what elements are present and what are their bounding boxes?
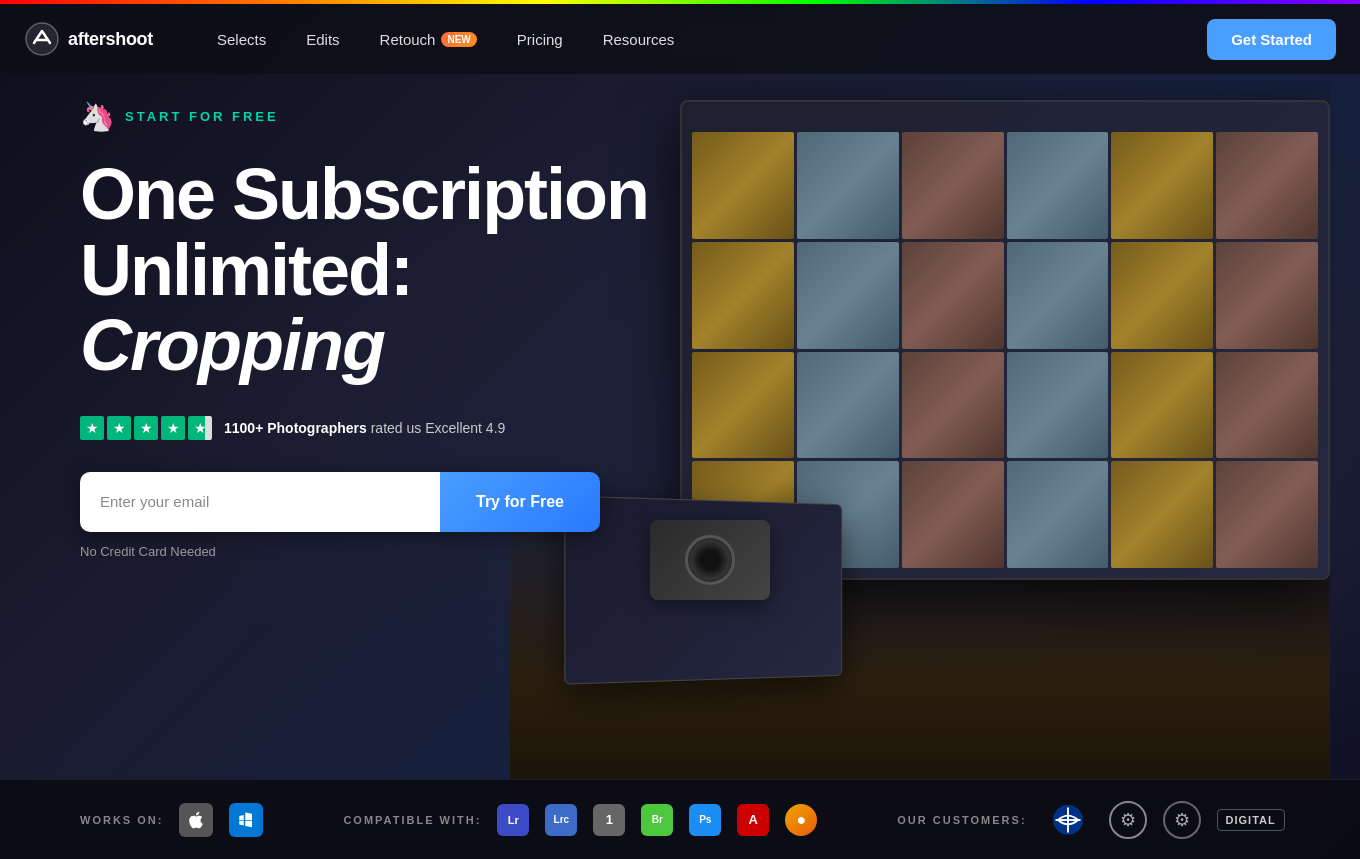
photo-thumbnail xyxy=(902,132,1004,239)
lightroom-icon: Lr xyxy=(497,804,529,836)
trust-description: rated us Excellent 4.9 xyxy=(371,420,506,436)
star-2: ★ xyxy=(107,416,131,440)
mac-icon xyxy=(179,803,213,837)
windows-icon xyxy=(229,803,263,837)
customers-label: OUR CUSTOMERS: xyxy=(897,814,1026,826)
photo-thumbnail xyxy=(692,132,794,239)
compatible-section: COMPATIBLE WITH: Lr Lrc 1 Br Ps A ● xyxy=(303,804,857,836)
photo-thumbnail xyxy=(1111,352,1213,459)
photo-thumbnail xyxy=(1216,352,1318,459)
main-nav: aftershoot Selects Edits Retouch New Pri… xyxy=(0,4,1360,74)
photo-thumbnail xyxy=(1007,132,1109,239)
photo-thumbnail xyxy=(1216,132,1318,239)
new-badge: New xyxy=(441,32,476,47)
nav-item-resources[interactable]: Resources xyxy=(587,23,691,56)
capture-one-icon: 1 xyxy=(593,804,625,836)
hero-title: One Subscription Unlimited: Cropping xyxy=(80,157,700,384)
photo-thumbnail xyxy=(797,132,899,239)
photo-thumbnail xyxy=(1111,242,1213,349)
nav-item-edits[interactable]: Edits xyxy=(290,23,355,56)
bottom-bar: WORKS ON: COMPATIBLE WITH: Lr Lrc 1 Br P… xyxy=(0,779,1360,859)
star-rating: ★ ★ ★ ★ ★ xyxy=(80,416,212,440)
hero-content: 🦄 START FOR FREE One Subscription Unlimi… xyxy=(80,100,700,559)
compatible-label: COMPATIBLE WITH: xyxy=(343,814,481,826)
trust-count: 1100+ xyxy=(224,420,263,436)
lightroom-classic-icon: Lrc xyxy=(545,804,577,836)
trust-text: 1100+ Photographers rated us Excellent 4… xyxy=(224,420,505,436)
get-started-button[interactable]: Get Started xyxy=(1207,19,1336,60)
bridge-icon: Br xyxy=(641,804,673,836)
no-credit-card-text: No Credit Card Needed xyxy=(80,544,700,559)
rainbow-bar xyxy=(0,0,1360,4)
photo-thumbnail xyxy=(797,242,899,349)
start-for-free-text: START FOR FREE xyxy=(125,109,279,124)
nav-item-pricing[interactable]: Pricing xyxy=(501,23,579,56)
hero-title-line1: One Subscription xyxy=(80,154,648,234)
logo[interactable]: aftershoot xyxy=(24,21,153,57)
photo-thumbnail xyxy=(902,242,1004,349)
star-1: ★ xyxy=(80,416,104,440)
hero-title-italic: Cropping xyxy=(80,305,384,385)
star-4: ★ xyxy=(161,416,185,440)
photo-thumbnail xyxy=(902,461,1004,568)
try-for-free-button[interactable]: Try for Free xyxy=(440,472,600,532)
united-logo-svg xyxy=(1043,801,1093,839)
start-badge: 🦄 START FOR FREE xyxy=(80,100,700,133)
photo-thumbnail xyxy=(1111,132,1213,239)
nav-item-retouch[interactable]: Retouch New xyxy=(364,23,493,56)
photoshop-icon: Ps xyxy=(689,804,721,836)
customer-logo-3: ⚙ xyxy=(1163,804,1201,836)
hero-title-line2-normal: Unlimited: xyxy=(80,230,412,310)
photo-thumbnail xyxy=(1111,461,1213,568)
digital-customer-logo: Digital xyxy=(1217,804,1285,836)
aftereffects-icon: A xyxy=(737,804,769,836)
customer-logo-2: ⚙ xyxy=(1109,804,1147,836)
works-on-section: WORKS ON: xyxy=(80,803,303,837)
photo-thumbnail xyxy=(1007,242,1109,349)
photo-thumbnail xyxy=(902,352,1004,459)
united-airlines-logo xyxy=(1043,804,1093,836)
nav-item-selects[interactable]: Selects xyxy=(201,23,282,56)
email-form: Try for Free xyxy=(80,472,600,532)
photo-thumbnail xyxy=(1007,352,1109,459)
aftershoot-logo-icon xyxy=(24,21,60,57)
unicorn-icon: 🦄 xyxy=(80,100,115,133)
trustpilot-row: ★ ★ ★ ★ ★ 1100+ Photographers rated us E… xyxy=(80,416,700,440)
email-input[interactable] xyxy=(80,472,440,532)
photo-thumbnail xyxy=(692,242,794,349)
photo-thumbnail xyxy=(692,352,794,459)
logo-text: aftershoot xyxy=(68,29,153,50)
star-5-half: ★ xyxy=(188,416,212,440)
extra-app-icon: ● xyxy=(785,804,817,836)
nav-links: Selects Edits Retouch New Pricing Resour… xyxy=(201,23,1207,56)
photo-thumbnail xyxy=(1216,461,1318,568)
photo-thumbnail xyxy=(1216,242,1318,349)
photo-thumbnail xyxy=(797,352,899,459)
works-on-label: WORKS ON: xyxy=(80,814,163,826)
star-3: ★ xyxy=(134,416,158,440)
customers-section: OUR CUSTOMERS: ⚙ ⚙ Digital xyxy=(857,804,1324,836)
trust-role: Photographers xyxy=(267,420,367,436)
photo-thumbnail xyxy=(1007,461,1109,568)
